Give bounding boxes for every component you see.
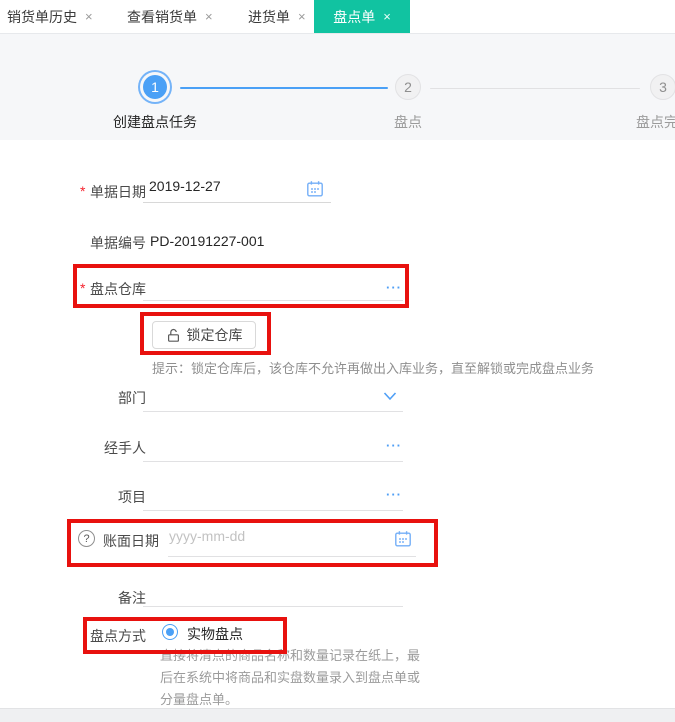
close-icon[interactable]: ×: [85, 9, 93, 24]
tab-stocktaking-active[interactable]: 盘点单 ×: [314, 0, 410, 33]
step-connector-todo: [430, 88, 640, 89]
book-date-label: 账面日期: [103, 533, 159, 549]
step-number: 3: [659, 79, 667, 95]
calendar-icon[interactable]: [306, 180, 324, 198]
step-number: 1: [151, 79, 159, 95]
unlock-icon: [166, 328, 181, 343]
stepper: 1 2 3 创建盘点任务 盘点 盘点完成: [0, 33, 675, 140]
lock-warehouse-label: 锁定仓库: [186, 327, 243, 343]
step-2-label: 盘点: [394, 114, 422, 130]
field-underline: [143, 300, 403, 301]
project-picker-ellipsis[interactable]: ···: [386, 487, 402, 502]
field-underline: [168, 556, 416, 557]
step-3-label: 盘点完成: [636, 114, 675, 130]
step-number: 2: [404, 79, 412, 95]
tab-label: 盘点单: [333, 8, 376, 25]
doc-number-label: 单据编号: [90, 235, 146, 251]
close-icon[interactable]: ×: [205, 9, 213, 24]
chevron-down-icon[interactable]: [382, 390, 398, 402]
step-1-circle: 1: [143, 75, 167, 99]
close-icon[interactable]: ×: [298, 9, 306, 24]
help-icon[interactable]: ?: [78, 530, 95, 547]
method-description: 直接将清点的商品名称和数量记录在纸上，最后在系统中将商品和实盘数量录入到盘点单或…: [160, 648, 421, 707]
tab-sales-history[interactable]: 销货单历史 ×: [7, 0, 93, 33]
warehouse-field[interactable]: [150, 278, 375, 296]
tab-view-sales-order[interactable]: 查看销货单 ×: [127, 0, 213, 33]
lock-warehouse-tip: 提示：锁定仓库后，该仓库不允许再做出入库业务，直至解锁或完成盘点业务: [152, 361, 595, 376]
remark-field[interactable]: [150, 587, 400, 605]
department-label: 部门: [118, 390, 146, 406]
tab-label: 进货单: [248, 8, 290, 25]
close-icon[interactable]: ×: [383, 9, 391, 24]
step-1-label: 创建盘点任务: [113, 114, 197, 130]
help-mark: ?: [83, 532, 90, 545]
field-underline: [143, 411, 403, 412]
handler-label: 经手人: [104, 440, 146, 456]
tab-label: 查看销货单: [127, 8, 197, 25]
book-date-input[interactable]: [169, 528, 379, 544]
project-label: 项目: [118, 489, 146, 505]
field-underline: [143, 510, 403, 511]
step-2-circle: 2: [395, 74, 421, 100]
tab-bar: 销货单历史 × 查看销货单 × 进货单 × 盘点单 ×: [0, 0, 675, 33]
doc-date-input[interactable]: [149, 178, 299, 194]
radio-selected-dot: [166, 628, 174, 636]
project-field[interactable]: [150, 486, 375, 504]
method-label: 盘点方式: [90, 628, 146, 644]
step-3-circle: 3: [650, 74, 675, 100]
step-connector-done: [180, 87, 388, 89]
stocktaking-page: 销货单历史 × 查看销货单 × 进货单 × 盘点单 × 1 2 3 创建盘点任务…: [0, 0, 675, 722]
physical-count-option-label: 实物盘点: [187, 626, 243, 642]
department-field[interactable]: [150, 387, 375, 405]
lock-warehouse-button[interactable]: 锁定仓库: [152, 321, 256, 349]
field-underline: [143, 461, 403, 462]
tab-label: 销货单历史: [7, 8, 77, 25]
doc-number-value: PD-20191227-001: [150, 233, 265, 249]
physical-count-radio[interactable]: [162, 624, 178, 640]
page-background-strip: [0, 708, 675, 722]
warehouse-picker-ellipsis[interactable]: ···: [386, 280, 402, 295]
handler-field[interactable]: [150, 437, 375, 455]
remark-label: 备注: [118, 590, 146, 606]
field-underline: [143, 606, 403, 607]
doc-date-label: 单据日期: [90, 184, 146, 200]
tab-purchase-order[interactable]: 进货单 ×: [248, 0, 306, 33]
warehouse-label: 盘点仓库: [90, 281, 146, 297]
field-underline: [143, 202, 331, 203]
calendar-icon[interactable]: [394, 530, 412, 548]
handler-picker-ellipsis[interactable]: ···: [386, 438, 402, 453]
